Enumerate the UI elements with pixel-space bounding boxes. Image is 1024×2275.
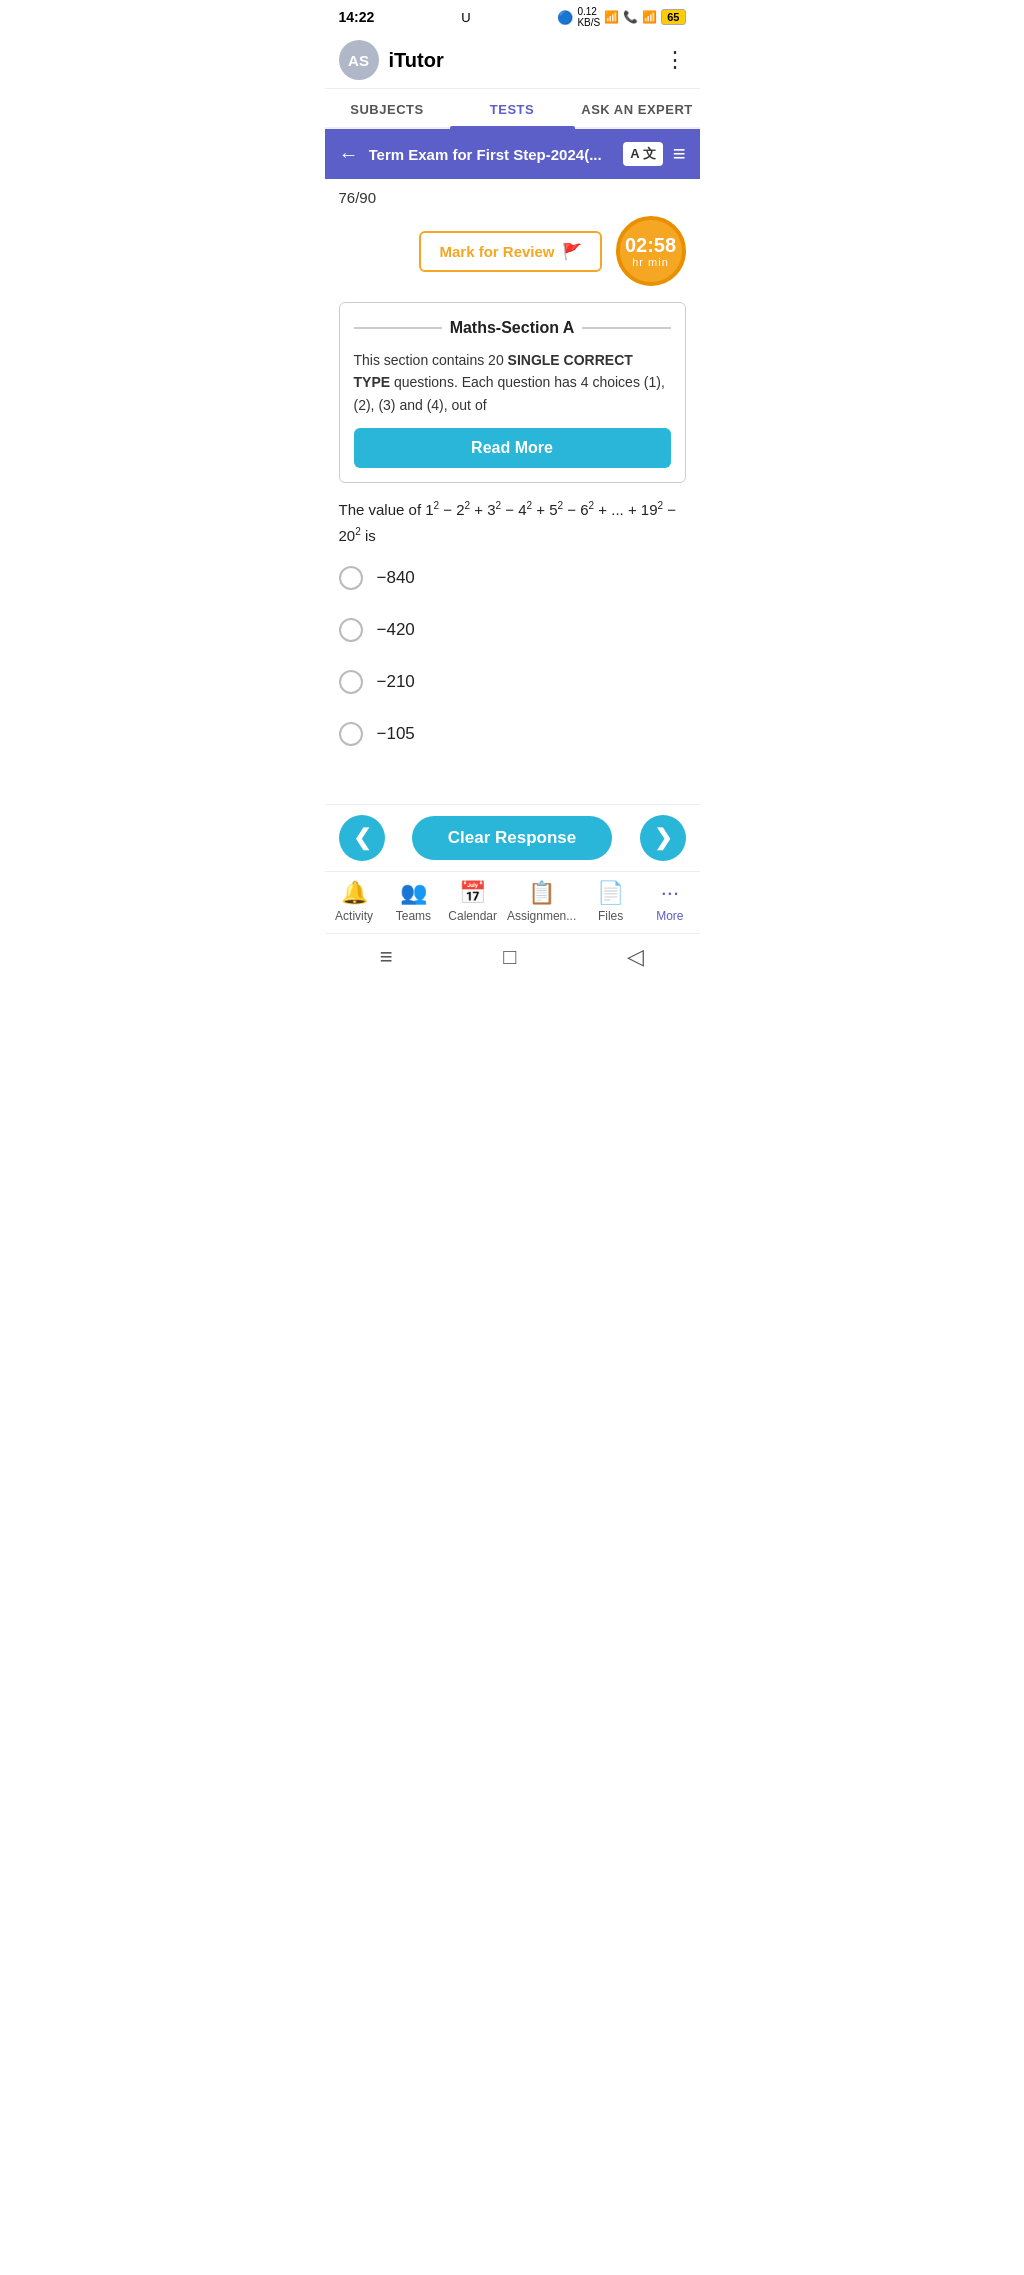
calendar-icon: 📅 — [459, 880, 486, 906]
activity-label: Activity — [335, 909, 373, 923]
next-question-button[interactable]: ❯ — [640, 815, 686, 861]
teams-label: Teams — [396, 909, 431, 923]
hamburger-menu-icon[interactable]: ≡ — [673, 141, 686, 167]
status-time: 14:22 — [339, 9, 375, 25]
tab-subjects[interactable]: SUBJECTS — [325, 89, 450, 127]
back-button[interactable]: ← — [339, 143, 359, 166]
option-d[interactable]: −105 — [339, 722, 686, 746]
files-icon: 📄 — [597, 880, 624, 906]
assignments-label: Assignmen... — [507, 909, 576, 923]
prev-question-button[interactable]: ❮ — [339, 815, 385, 861]
tab-bar: SUBJECTS TESTS ASK AN EXPERT — [325, 89, 700, 129]
android-home-icon[interactable]: □ — [503, 944, 516, 970]
option-c[interactable]: −210 — [339, 670, 686, 694]
teams-icon: 👥 — [400, 880, 427, 906]
bottom-action-bar: ❮ Clear Response ❯ — [325, 804, 700, 871]
exam-title: Term Exam for First Step-2024(... — [369, 146, 614, 163]
android-back-icon[interactable]: ◁ — [627, 944, 644, 970]
nav-item-calendar[interactable]: 📅 Calendar — [448, 880, 498, 923]
android-menu-icon[interactable]: ≡ — [380, 944, 393, 970]
option-a[interactable]: −840 — [339, 566, 686, 590]
data-speed: 0.12KB/S — [577, 6, 600, 28]
radio-c[interactable] — [339, 670, 363, 694]
read-more-button[interactable]: Read More — [354, 428, 671, 468]
activity-icon: 🔔 — [341, 880, 368, 906]
mark-review-label: Mark for Review — [439, 243, 554, 260]
bluetooth-icon: 🔵 — [557, 10, 573, 25]
nav-item-more[interactable]: ··· More — [645, 880, 695, 923]
radio-a[interactable] — [339, 566, 363, 590]
section-line-right — [582, 327, 670, 329]
more-icon: ··· — [661, 880, 679, 906]
avatar: AS — [339, 40, 379, 80]
section-title: Maths-Section A — [450, 319, 575, 337]
option-d-label: −105 — [377, 724, 415, 744]
clear-response-button[interactable]: Clear Response — [412, 816, 613, 860]
tab-ask-expert[interactable]: ASK AN EXPERT — [575, 89, 700, 127]
question-counter: 76/90 — [325, 179, 700, 206]
option-b[interactable]: −420 — [339, 618, 686, 642]
status-icons: 🔵 0.12KB/S 📶 📞 📶 65 — [557, 6, 685, 28]
more-menu-icon[interactable]: ⋮ — [664, 47, 686, 73]
exam-header: ← Term Exam for First Step-2024(... A 文 … — [325, 129, 700, 179]
options-list: −840 −420 −210 −105 — [325, 566, 700, 746]
question-text: The value of 12 − 22 + 32 − 42 + 52 − 62… — [339, 497, 686, 548]
radio-d[interactable] — [339, 722, 363, 746]
signal-icon: 📶 — [642, 10, 657, 24]
option-a-label: −840 — [377, 568, 415, 588]
nav-item-teams[interactable]: 👥 Teams — [388, 880, 438, 923]
timer-time: 02:58 — [625, 234, 676, 256]
status-carrier: U — [461, 10, 470, 25]
nav-item-files[interactable]: 📄 Files — [586, 880, 636, 923]
section-line-left — [354, 327, 442, 329]
app-header: AS iTutor ⋮ — [325, 32, 700, 89]
translate-button[interactable]: A 文 — [623, 142, 663, 166]
radio-b[interactable] — [339, 618, 363, 642]
flag-icon: 🚩 — [562, 242, 582, 261]
section-box: Maths-Section A This section contains 20… — [339, 302, 686, 483]
nav-item-assignments[interactable]: 📋 Assignmen... — [507, 880, 576, 923]
battery-icon: 65 — [661, 9, 685, 25]
timer: 02:58 hr min — [616, 216, 686, 286]
android-nav-bar: ≡ □ ◁ — [325, 933, 700, 976]
calendar-label: Calendar — [448, 909, 497, 923]
files-label: Files — [598, 909, 623, 923]
option-c-label: −210 — [377, 672, 415, 692]
app-title: iTutor — [389, 49, 664, 72]
assignments-icon: 📋 — [528, 880, 555, 906]
section-title-wrap: Maths-Section A — [354, 319, 671, 337]
phone-icon: 📞 — [623, 10, 638, 24]
mark-for-review-button[interactable]: Mark for Review 🚩 — [419, 231, 601, 272]
nav-item-activity[interactable]: 🔔 Activity — [329, 880, 379, 923]
option-b-label: −420 — [377, 620, 415, 640]
tab-tests[interactable]: TESTS — [450, 89, 575, 127]
timer-unit: hr min — [632, 256, 669, 268]
more-label: More — [656, 909, 683, 923]
status-bar: 14:22 U 🔵 0.12KB/S 📶 📞 📶 65 — [325, 0, 700, 32]
bottom-nav: 🔔 Activity 👥 Teams 📅 Calendar 📋 Assignme… — [325, 871, 700, 933]
wifi-icon: 📶 — [604, 10, 619, 24]
action-row: Mark for Review 🚩 02:58 hr min — [325, 206, 700, 296]
section-description: This section contains 20 SINGLE CORRECT … — [354, 349, 671, 416]
